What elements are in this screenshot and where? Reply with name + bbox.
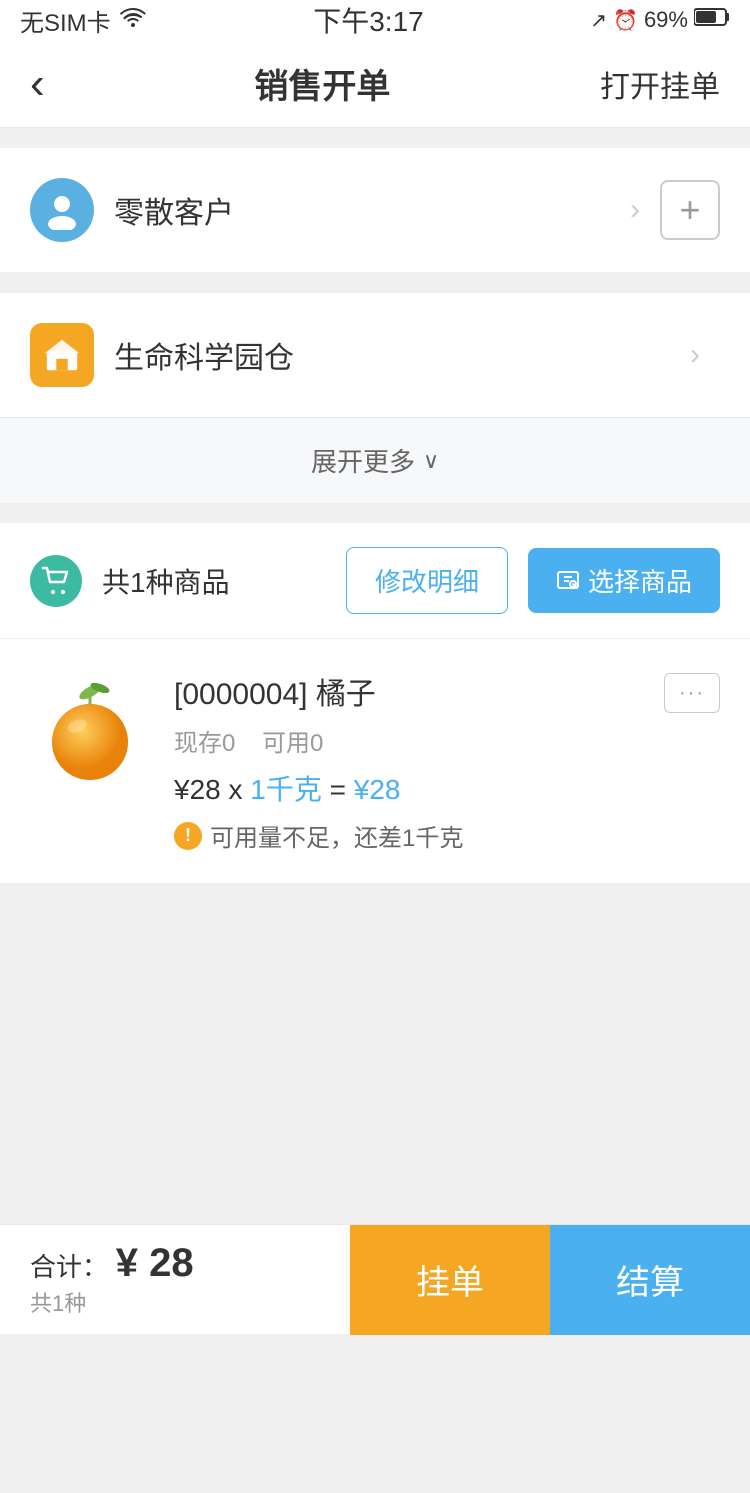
select-product-button[interactable]: 选择商品: [528, 548, 720, 613]
total-section: 合计： ¥ 28 共1种: [0, 1241, 350, 1318]
customer-section: 零散客户 › +: [0, 148, 750, 273]
warehouse-section: 生命科学园仓 › 展开更多 ∨: [0, 293, 750, 503]
quantity-label: 1千克: [250, 774, 322, 805]
product-title: 橘子: [316, 678, 376, 711]
product-image: [30, 669, 150, 789]
select-product-label: 选择商品: [588, 562, 692, 599]
customer-icon: [42, 190, 82, 230]
orange-fruit-image: [35, 674, 145, 784]
customer-chevron-icon: ›: [630, 193, 640, 227]
section-gap-1: [0, 128, 750, 148]
warehouse-icon-container: [30, 323, 94, 387]
location-icon: ↗: [590, 8, 607, 33]
alarm-icon: ⏰: [613, 8, 638, 33]
warning-icon: !: [174, 822, 202, 850]
line-total: ¥28: [354, 774, 401, 805]
hang-order-button[interactable]: 挂单: [350, 1225, 550, 1335]
product-count-label: 共1种商品: [102, 561, 326, 601]
product-count-icon-container: [30, 555, 82, 607]
product-code: [0000004]: [174, 678, 307, 711]
back-button[interactable]: ‹: [30, 59, 45, 109]
unit-price: ¥28: [174, 774, 221, 805]
nav-bar: ‹ 销售开单 打开挂单: [0, 40, 750, 128]
product-more-button[interactable]: ···: [664, 673, 720, 713]
total-amount: ¥ 28: [116, 1241, 194, 1285]
multiply-sign: x: [229, 774, 251, 805]
product-price-row: ¥28 x 1千克 = ¥28: [174, 768, 640, 808]
battery-icon: [694, 7, 730, 33]
warehouse-name: 生命科学园仓: [114, 333, 690, 377]
stock-label: 现存0: [174, 730, 235, 757]
battery-text: 69%: [644, 7, 688, 33]
status-left: 无SIM卡: [20, 3, 147, 38]
total-count: 共1种: [30, 1286, 320, 1318]
expand-more-row[interactable]: 展开更多 ∨: [0, 417, 750, 503]
status-time: 下午3:17: [313, 0, 424, 40]
carrier-text: 无SIM卡: [20, 3, 111, 38]
plus-icon: +: [679, 189, 700, 231]
customer-row[interactable]: 零散客户 › +: [0, 148, 750, 273]
select-product-icon: [556, 569, 580, 593]
status-bar: 无SIM卡 下午3:17 ↗ ⏰ 69%: [0, 0, 750, 40]
customer-avatar: [30, 178, 94, 242]
warehouse-chevron-icon: ›: [690, 338, 700, 372]
equals-sign: =: [330, 774, 354, 805]
more-dots-icon: ···: [679, 682, 705, 705]
total-label: 合计：: [30, 1252, 108, 1282]
product-header: 共1种商品 修改明细 选择商品: [0, 523, 750, 639]
expand-chevron-icon: ∨: [423, 448, 439, 474]
section-gap-3: [0, 503, 750, 523]
checkout-button[interactable]: 结算: [550, 1225, 750, 1335]
page-title: 销售开单: [254, 59, 390, 108]
product-info: [0000004] 橘子 现存0 可用0 ¥28 x 1千克 = ¥28 !: [174, 669, 640, 853]
bottom-bar: 合计： ¥ 28 共1种 挂单 结算: [0, 1224, 750, 1334]
add-customer-button[interactable]: +: [660, 180, 720, 240]
product-warning: ! 可用量不足，还差1千克: [174, 818, 640, 853]
expand-more-label: 展开更多: [311, 442, 415, 479]
section-gap-2: [0, 273, 750, 293]
wifi-icon: [119, 6, 147, 34]
available-label: 可用0: [262, 730, 323, 757]
product-section: 共1种商品 修改明细 选择商品: [0, 523, 750, 883]
warehouse-building-icon: [43, 336, 81, 374]
warehouse-row[interactable]: 生命科学园仓 ›: [0, 293, 750, 417]
edit-detail-button[interactable]: 修改明细: [346, 547, 508, 614]
warning-text: 可用量不足，还差1千克: [210, 818, 463, 853]
customer-name: 零散客户: [114, 188, 630, 232]
product-stock: 现存0 可用0: [174, 723, 640, 758]
open-pending-button[interactable]: 打开挂单: [600, 62, 720, 106]
status-right: ↗ ⏰ 69%: [590, 7, 730, 33]
cart-icon: [41, 566, 71, 596]
product-item: [0000004] 橘子 现存0 可用0 ¥28 x 1千克 = ¥28 !: [0, 639, 750, 883]
product-name: [0000004] 橘子: [174, 669, 640, 713]
